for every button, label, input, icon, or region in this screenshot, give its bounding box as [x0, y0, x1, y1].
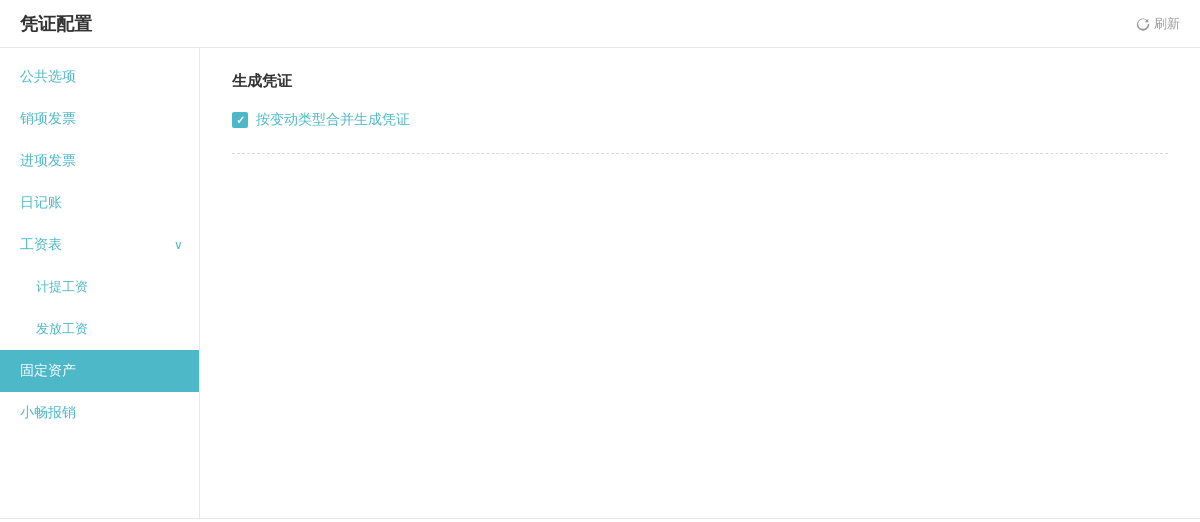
header: 凭证配置 刷新 — [0, 0, 1200, 48]
sidebar-item-payroll-table[interactable]: 工资表 ∨ — [0, 224, 199, 266]
content-area: 生成凭证 按变动类型合并生成凭证 — [200, 48, 1200, 518]
checkbox-label: 按变动类型合并生成凭证 — [256, 111, 410, 129]
refresh-icon — [1136, 17, 1150, 31]
sidebar-item-purchase-invoice[interactable]: 进项发票 — [0, 140, 199, 182]
main-layout: 公共选项 销项发票 进项发票 日记账 工资表 ∨ 计提工资 发放工资 固定资 — [0, 48, 1200, 518]
checkbox-row: 按变动类型合并生成凭证 — [232, 111, 1168, 129]
sidebar-item-pay-payroll[interactable]: 发放工资 — [0, 308, 199, 350]
sidebar-item-sales-invoice[interactable]: 销项发票 — [0, 98, 199, 140]
sidebar-item-petty-expense[interactable]: 小畅报销 — [0, 392, 199, 434]
refresh-button[interactable]: 刷新 — [1136, 15, 1180, 33]
section-divider — [232, 153, 1168, 154]
page-wrapper: 凭证配置 刷新 公共选项 销项发票 进项发票 日记账 工资表 — [0, 0, 1200, 522]
sidebar-item-fixed-assets[interactable]: 固定资产 — [0, 350, 199, 392]
merge-by-type-checkbox[interactable] — [232, 112, 248, 128]
sidebar-item-public-options[interactable]: 公共选项 — [0, 56, 199, 98]
sidebar: 公共选项 销项发票 进项发票 日记账 工资表 ∨ 计提工资 发放工资 固定资 — [0, 48, 200, 518]
sidebar-item-journal[interactable]: 日记账 — [0, 182, 199, 224]
footer: 保存 — [0, 518, 1200, 522]
sidebar-item-commission-payroll[interactable]: 计提工资 — [0, 266, 199, 308]
section-title: 生成凭证 — [232, 72, 1168, 91]
chevron-down-icon: ∨ — [174, 238, 183, 252]
refresh-label: 刷新 — [1154, 15, 1180, 33]
page-title: 凭证配置 — [20, 12, 92, 36]
